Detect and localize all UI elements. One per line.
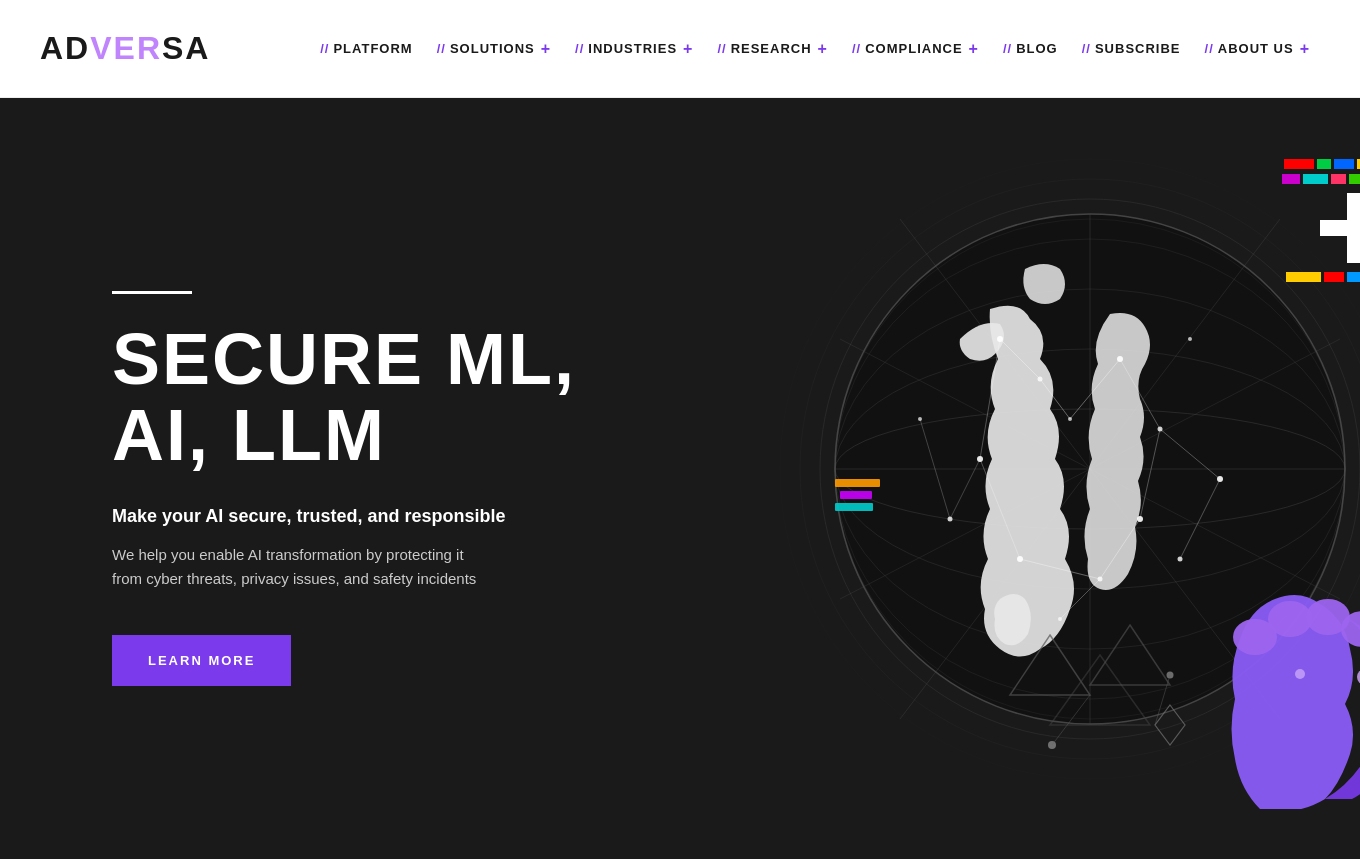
hero-subtitle: Make your AI secure, trusted, and respon… <box>112 504 620 529</box>
nav-item-industries[interactable]: // INDUSTRIES + <box>565 32 703 66</box>
svg-point-24 <box>1188 337 1192 341</box>
pixel-gr2 <box>1349 174 1360 184</box>
pixel-decoration <box>1282 159 1360 282</box>
nav-prefix-about: // <box>1205 41 1214 56</box>
svg-point-54 <box>1268 601 1312 637</box>
research-plus-icon: + <box>818 40 828 58</box>
nav-prefix-subscribe: // <box>1082 41 1091 56</box>
about-plus-icon: + <box>1300 40 1310 58</box>
pixel-g1 <box>1317 159 1331 169</box>
nav-prefix-compliance: // <box>852 41 861 56</box>
main-nav: // PLATFORM // SOLUTIONS + // INDUSTRIES… <box>310 32 1320 66</box>
nav-item-about-us[interactable]: // ABOUT US + <box>1195 32 1320 66</box>
nav-item-compliance[interactable]: // COMPLIANCE + <box>842 32 989 66</box>
nav-item-solutions[interactable]: // SOLUTIONS + <box>427 32 561 66</box>
svg-rect-50 <box>835 503 873 511</box>
pixel-r1 <box>1284 159 1314 169</box>
hero-visual <box>620 129 1360 829</box>
hero-section: SECURE ML, AI, LLM Make your AI secure, … <box>0 98 1360 859</box>
nav-prefix-research: // <box>717 41 726 56</box>
pixel-p2 <box>1282 174 1300 184</box>
logo-part3: SA <box>162 30 210 66</box>
nav-item-subscribe[interactable]: // SUBSCRIBE <box>1072 33 1191 64</box>
learn-more-button[interactable]: LEARN MORE <box>112 635 291 686</box>
svg-line-66 <box>1052 695 1090 745</box>
nav-label-blog: BLOG <box>1016 41 1058 56</box>
hero-description: We help you enable AI transformation by … <box>112 543 620 591</box>
svg-line-67 <box>1155 675 1170 725</box>
hero-title: SECURE ML, AI, LLM <box>112 322 620 473</box>
logo-part2: VER <box>90 30 162 66</box>
pixel-pk2 <box>1331 174 1346 184</box>
svg-marker-61 <box>1050 655 1150 725</box>
hero-content: SECURE ML, AI, LLM Make your AI secure, … <box>0 271 620 685</box>
hero-desc-line1: We help you enable AI transformation by … <box>112 546 464 563</box>
pixel-row-3 <box>1286 272 1360 282</box>
pixel-r3 <box>1324 272 1344 282</box>
pixel-row-2 <box>1282 174 1360 184</box>
nav-item-blog[interactable]: // BLOG <box>993 33 1068 64</box>
nav-label-platform: PLATFORM <box>333 41 412 56</box>
header: ADVERSA // PLATFORM // SOLUTIONS + // IN… <box>0 0 1360 98</box>
nav-label-subscribe: SUBSCRIBE <box>1095 41 1181 56</box>
pixel-row-1 <box>1284 159 1360 169</box>
hero-desc-line2: from cyber threats, privacy issues, and … <box>112 570 476 587</box>
pixel-c2 <box>1303 174 1328 184</box>
pixel-b3 <box>1347 272 1360 282</box>
nav-prefix: // <box>320 41 329 56</box>
svg-marker-62 <box>1090 625 1170 685</box>
hero-divider <box>112 291 192 294</box>
cross-shape <box>1320 193 1360 263</box>
solutions-plus-icon: + <box>541 40 551 58</box>
svg-point-59 <box>1295 669 1305 679</box>
nav-item-platform[interactable]: // PLATFORM <box>310 33 422 64</box>
nav-label-industries: INDUSTRIES <box>588 41 677 56</box>
nav-prefix-solutions: // <box>437 41 446 56</box>
cross-v <box>1347 193 1360 263</box>
logo[interactable]: ADVERSA <box>40 30 210 67</box>
logo-part1: AD <box>40 30 90 66</box>
nav-item-research[interactable]: // RESEARCH + <box>707 32 838 66</box>
industries-plus-icon: + <box>683 40 693 58</box>
nav-label-research: RESEARCH <box>731 41 812 56</box>
nav-prefix-blog: // <box>1003 41 1012 56</box>
pixel-b1 <box>1334 159 1354 169</box>
pixel-y3 <box>1286 272 1321 282</box>
geo-triangles <box>1000 615 1200 769</box>
nav-prefix-industries: // <box>575 41 584 56</box>
compliance-plus-icon: + <box>969 40 979 58</box>
nav-label-about: ABOUT US <box>1218 41 1294 56</box>
nav-label-solutions: SOLUTIONS <box>450 41 535 56</box>
svg-rect-48 <box>835 479 880 487</box>
svg-rect-49 <box>840 491 872 499</box>
nav-label-compliance: COMPLIANCE <box>865 41 962 56</box>
